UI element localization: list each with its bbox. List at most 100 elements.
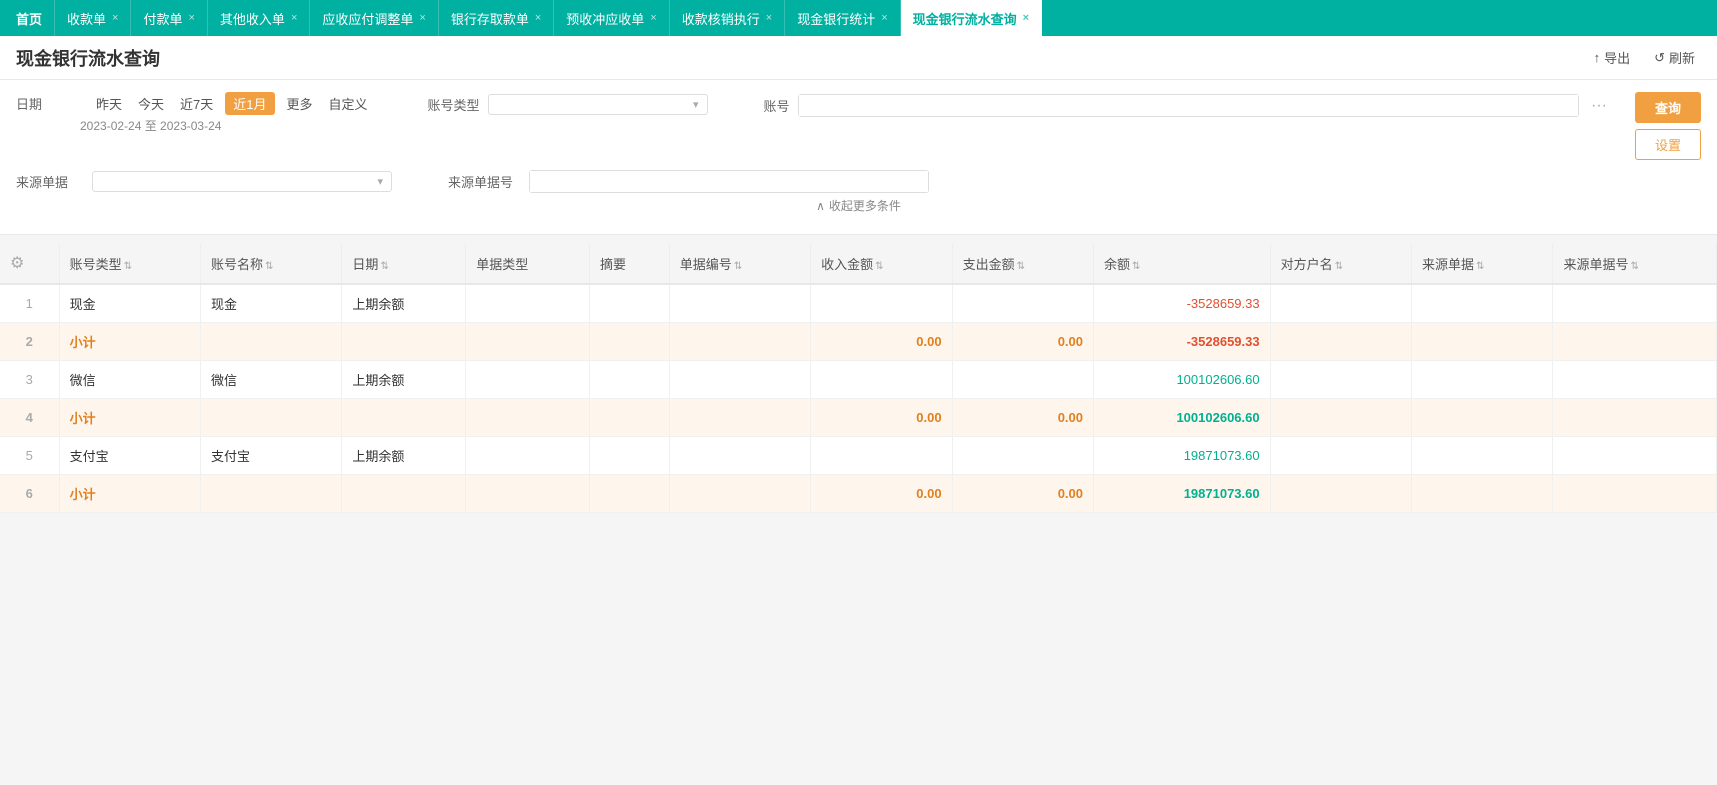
date-option-更多[interactable]: 更多 — [283, 92, 317, 115]
col-header-counterpart[interactable]: 对方户名⇅ — [1270, 243, 1411, 284]
nav-tab-label: 现金银行流水查询 — [913, 9, 1017, 28]
account-label: 账号 — [764, 96, 790, 115]
cell-source_doc — [1412, 361, 1553, 399]
cell-account_name — [201, 323, 342, 361]
col-header-income[interactable]: 收入金额⇅ — [811, 243, 952, 284]
collapse-icon: ∧ — [816, 199, 825, 213]
cell-account_name: 现金 — [201, 284, 342, 323]
col-header-gear: ⚙ — [0, 243, 59, 284]
nav-tab-close-icon[interactable]: × — [291, 12, 297, 24]
table-row: 5支付宝支付宝上期余额19871073.60 — [0, 437, 1717, 475]
col-header-expense[interactable]: 支出金额⇅ — [952, 243, 1093, 284]
filter-row-source: 来源单据 ▾ 来源单据号 — [16, 170, 1701, 193]
source-doc-select[interactable]: ▾ — [92, 171, 392, 192]
cell-doc_type — [466, 475, 590, 513]
nav-tab-现金银行统计[interactable]: 现金银行统计× — [785, 0, 900, 36]
nav-tab-close-icon[interactable]: × — [650, 12, 656, 24]
account-type-arrow-icon: ▾ — [693, 98, 699, 111]
cell-date: 上期余额 — [342, 437, 466, 475]
nav-tab-close-icon[interactable]: × — [1023, 12, 1029, 24]
date-option-近7天[interactable]: 近7天 — [176, 92, 217, 115]
cell-doc_type — [466, 399, 590, 437]
cell-summary — [590, 437, 670, 475]
cell-account_type: 小计 — [59, 475, 200, 513]
nav-tab-close-icon[interactable]: × — [419, 12, 425, 24]
nav-tab-收款单[interactable]: 收款单 × — [55, 0, 131, 36]
export-button[interactable]: ↑ 导出 — [1588, 44, 1637, 71]
cell-income — [811, 284, 952, 323]
cell-gear: 4 — [0, 399, 59, 437]
sort-icon-source_doc: ⇅ — [1476, 261, 1484, 272]
col-header-source_doc[interactable]: 来源单据⇅ — [1412, 243, 1553, 284]
nav-tab-付款单[interactable]: 付款单× — [131, 0, 207, 36]
filter-area: 日期 昨天今天近7天近1月更多自定义 2023-02-24 至 2023-03-… — [0, 80, 1717, 235]
cell-gear: 3 — [0, 361, 59, 399]
date-option-昨天[interactable]: 昨天 — [92, 92, 126, 115]
cell-date: 上期余额 — [342, 361, 466, 399]
cell-counterpart — [1270, 323, 1411, 361]
account-input[interactable] — [799, 95, 1578, 116]
nav-tab-close-icon[interactable]: × — [535, 12, 541, 24]
nav-tab-预收冲应收单[interactable]: 预收冲应收单× — [554, 0, 669, 36]
nav-tab-close-icon[interactable]: × — [112, 12, 118, 24]
cell-account_name — [201, 475, 342, 513]
data-table-container: ⚙账号类型⇅账号名称⇅日期⇅单据类型摘要单据编号⇅收入金额⇅支出金额⇅余额⇅对方… — [0, 243, 1717, 513]
cell-expense: 0.00 — [952, 399, 1093, 437]
nav-tab-label: 其他收入单 — [220, 9, 285, 28]
sort-icon-source_doc_no: ⇅ — [1630, 261, 1638, 272]
table-row: 6小计0.000.0019871073.60 — [0, 475, 1717, 513]
col-header-source_doc_no[interactable]: 来源单据号⇅ — [1553, 243, 1717, 284]
collapse-filters-button[interactable]: ∧ 收起更多条件 — [16, 193, 1701, 222]
account-type-select[interactable]: ▾ — [488, 94, 708, 115]
nav-tab-收款核销执行[interactable]: 收款核销执行 × — [670, 0, 785, 36]
nav-home[interactable]: 首页 — [4, 0, 55, 36]
nav-tab-close-icon[interactable]: × — [881, 12, 887, 24]
table-body: 1现金现金上期余额-3528659.332小计0.000.00-3528659.… — [0, 284, 1717, 513]
date-option-今天[interactable]: 今天 — [134, 92, 168, 115]
settings-button[interactable]: 设置 — [1635, 129, 1701, 160]
nav-tab-应收应付调整单[interactable]: 应收应付调整单 × — [310, 0, 438, 36]
cell-source_doc_no — [1553, 399, 1717, 437]
col-header-date[interactable]: 日期⇅ — [342, 243, 466, 284]
cell-source_doc_no — [1553, 475, 1717, 513]
collapse-label: 收起更多条件 — [829, 197, 901, 214]
refresh-button[interactable]: ↺ 刷新 — [1648, 44, 1701, 71]
account-input-wrap — [798, 94, 1579, 117]
cell-account_name: 支付宝 — [201, 437, 342, 475]
cell-account_type: 微信 — [59, 361, 200, 399]
header-actions: ↑ 导出 ↺ 刷新 — [1588, 44, 1701, 71]
col-header-balance[interactable]: 余额⇅ — [1094, 243, 1271, 284]
cell-account_type: 小计 — [59, 323, 200, 361]
table-settings-icon[interactable]: ⚙ — [10, 255, 24, 272]
cell-source_doc_no — [1553, 323, 1717, 361]
cell-expense — [952, 284, 1093, 323]
date-option-近1月[interactable]: 近1月 — [225, 92, 274, 115]
cell-source_doc_no — [1553, 361, 1717, 399]
nav-tab-label: 收款核销执行 — [682, 9, 760, 28]
cell-date — [342, 475, 466, 513]
export-label: 导出 — [1604, 48, 1630, 67]
col-header-doc_no[interactable]: 单据编号⇅ — [669, 243, 810, 284]
cell-summary — [590, 475, 670, 513]
nav-tab-label: 应收应付调整单 — [322, 9, 413, 28]
nav-tab-其他收入单[interactable]: 其他收入单 × — [208, 0, 310, 36]
sort-icon-income: ⇅ — [875, 261, 883, 272]
sort-icon-date: ⇅ — [380, 261, 388, 272]
nav-tab-银行存取款单[interactable]: 银行存取款单× — [439, 0, 554, 36]
query-button[interactable]: 查询 — [1635, 92, 1701, 123]
source-doc-no-input[interactable] — [530, 171, 928, 192]
cell-counterpart — [1270, 399, 1411, 437]
nav-tab-close-icon[interactable]: × — [188, 12, 194, 24]
more-options-button[interactable]: ··· — [1587, 97, 1611, 115]
nav-tab-label: 收款单 — [67, 9, 106, 28]
nav-tab-现金银行流水查询[interactable]: 现金银行流水查询 × — [901, 0, 1042, 36]
cell-balance: -3528659.33 — [1094, 323, 1271, 361]
cell-expense: 0.00 — [952, 323, 1093, 361]
table-row: 4小计0.000.00100102606.60 — [0, 399, 1717, 437]
nav-tab-close-icon[interactable]: × — [766, 12, 772, 24]
cell-summary — [590, 284, 670, 323]
data-table: ⚙账号类型⇅账号名称⇅日期⇅单据类型摘要单据编号⇅收入金额⇅支出金额⇅余额⇅对方… — [0, 243, 1717, 513]
col-header-account_name[interactable]: 账号名称⇅ — [201, 243, 342, 284]
col-header-account_type[interactable]: 账号类型⇅ — [59, 243, 200, 284]
date-option-自定义[interactable]: 自定义 — [325, 92, 372, 115]
